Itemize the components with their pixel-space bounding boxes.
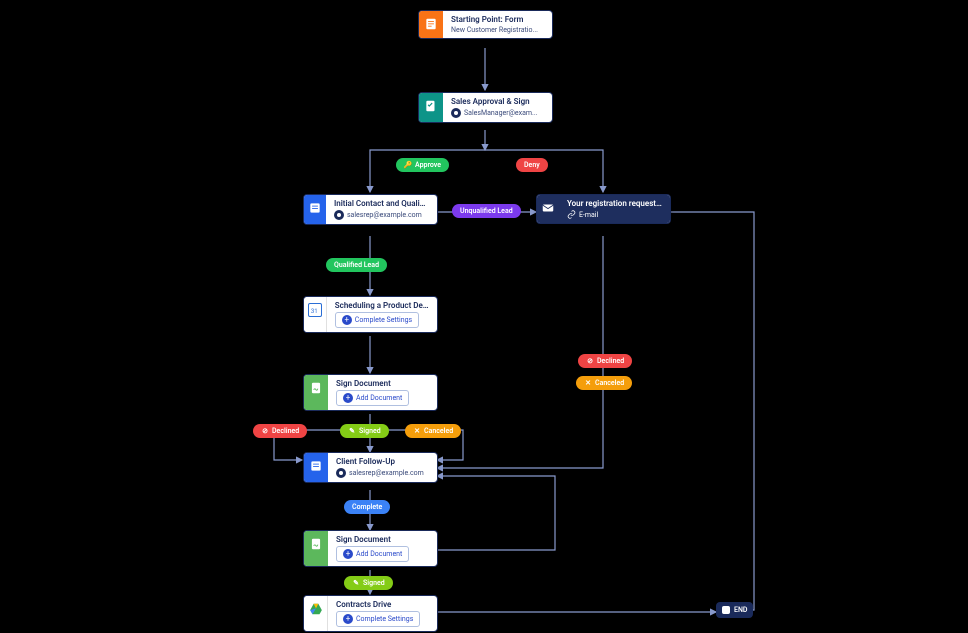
email-icon	[537, 195, 559, 223]
plus-icon: +	[343, 614, 353, 624]
node-title: Contracts Drive	[336, 600, 420, 609]
node-title: Client Follow-Up	[336, 457, 424, 466]
plus-icon: +	[342, 315, 352, 325]
node-title: Starting Point: Form	[451, 15, 538, 24]
node-title: Sign Document	[336, 379, 420, 388]
add-document-button[interactable]: + Add Document	[336, 546, 409, 562]
node-title: Sign Document	[336, 535, 420, 544]
complete-settings-button[interactable]: + Complete Settings	[336, 611, 420, 627]
cancel-icon: ⊘	[261, 427, 269, 435]
pen-icon: ✎	[352, 579, 360, 587]
key-icon: 🔑	[404, 161, 412, 169]
node-title: Sales Approval & Sign	[451, 97, 538, 106]
workflow-canvas: Starting Point: Form New Customer Regist…	[0, 0, 968, 633]
node-starting-point[interactable]: Starting Point: Form New Customer Regist…	[418, 10, 553, 39]
node-subtitle: salesrep@example.com	[336, 468, 424, 478]
calendar-icon	[304, 297, 327, 332]
avatar-icon	[451, 108, 461, 118]
node-subtitle: salesrep@example.com	[334, 210, 429, 220]
node-subtitle: New Customer Registratio...	[451, 26, 538, 34]
sign-icon	[304, 531, 328, 566]
node-title: Initial Contact and Qualificat...	[334, 199, 429, 208]
node-sales-approval[interactable]: Sales Approval & Sign SalesManager@exam.…	[418, 92, 553, 123]
pill-declined[interactable]: ⊘ Declined	[253, 424, 307, 438]
plus-icon: +	[343, 549, 353, 559]
form-icon	[419, 11, 443, 38]
node-title: Your registration request has ...	[567, 199, 662, 208]
x-icon: ✕	[413, 427, 421, 435]
pill-complete[interactable]: Complete	[344, 500, 390, 514]
node-email[interactable]: Your registration request has ... E-mail	[536, 194, 671, 224]
complete-settings-button[interactable]: + Complete Settings	[335, 312, 419, 328]
task-icon	[304, 453, 328, 482]
pill-signed[interactable]: ✎ Signed	[340, 424, 389, 438]
cancel-icon: ⊘	[586, 357, 594, 365]
node-initial-contact[interactable]: Initial Contact and Qualificat... salesr…	[303, 194, 438, 225]
pill-approve[interactable]: 🔑 Approve	[396, 158, 449, 172]
stop-icon	[722, 606, 730, 614]
pill-canceled[interactable]: ✕ Canceled	[405, 424, 461, 438]
pill-deny[interactable]: Deny	[516, 158, 548, 172]
avatar-icon	[334, 210, 344, 220]
pen-icon: ✎	[348, 427, 356, 435]
node-sign-document-1[interactable]: Sign Document + Add Document	[303, 374, 438, 411]
link-icon	[567, 210, 576, 219]
node-subtitle: SalesManager@exam...	[451, 108, 538, 118]
avatar-icon	[336, 468, 346, 478]
pill-canceled-2[interactable]: ✕ Canceled	[576, 376, 632, 390]
task-icon	[304, 195, 326, 224]
pill-declined-2[interactable]: ⊘ Declined	[578, 354, 632, 368]
sign-icon	[304, 375, 328, 410]
pill-unqualified-lead[interactable]: Unqualified Lead	[452, 204, 521, 218]
node-subtitle: E-mail	[567, 210, 662, 219]
node-contracts-drive[interactable]: Contracts Drive + Complete Settings	[303, 595, 438, 632]
drive-icon	[304, 596, 328, 631]
pill-signed-2[interactable]: ✎ Signed	[344, 576, 393, 590]
pill-qualified-lead[interactable]: Qualified Lead	[326, 258, 387, 272]
add-document-button[interactable]: + Add Document	[336, 390, 409, 406]
node-end[interactable]: END	[716, 602, 753, 618]
node-client-followup[interactable]: Client Follow-Up salesrep@example.com	[303, 452, 438, 483]
plus-icon: +	[343, 393, 353, 403]
approval-icon	[419, 93, 443, 122]
node-scheduling-demo[interactable]: Scheduling a Product Demo + Complete Set…	[303, 296, 438, 333]
node-title: Scheduling a Product Demo	[335, 301, 429, 310]
x-icon: ✕	[584, 379, 592, 387]
node-sign-document-2[interactable]: Sign Document + Add Document	[303, 530, 438, 567]
